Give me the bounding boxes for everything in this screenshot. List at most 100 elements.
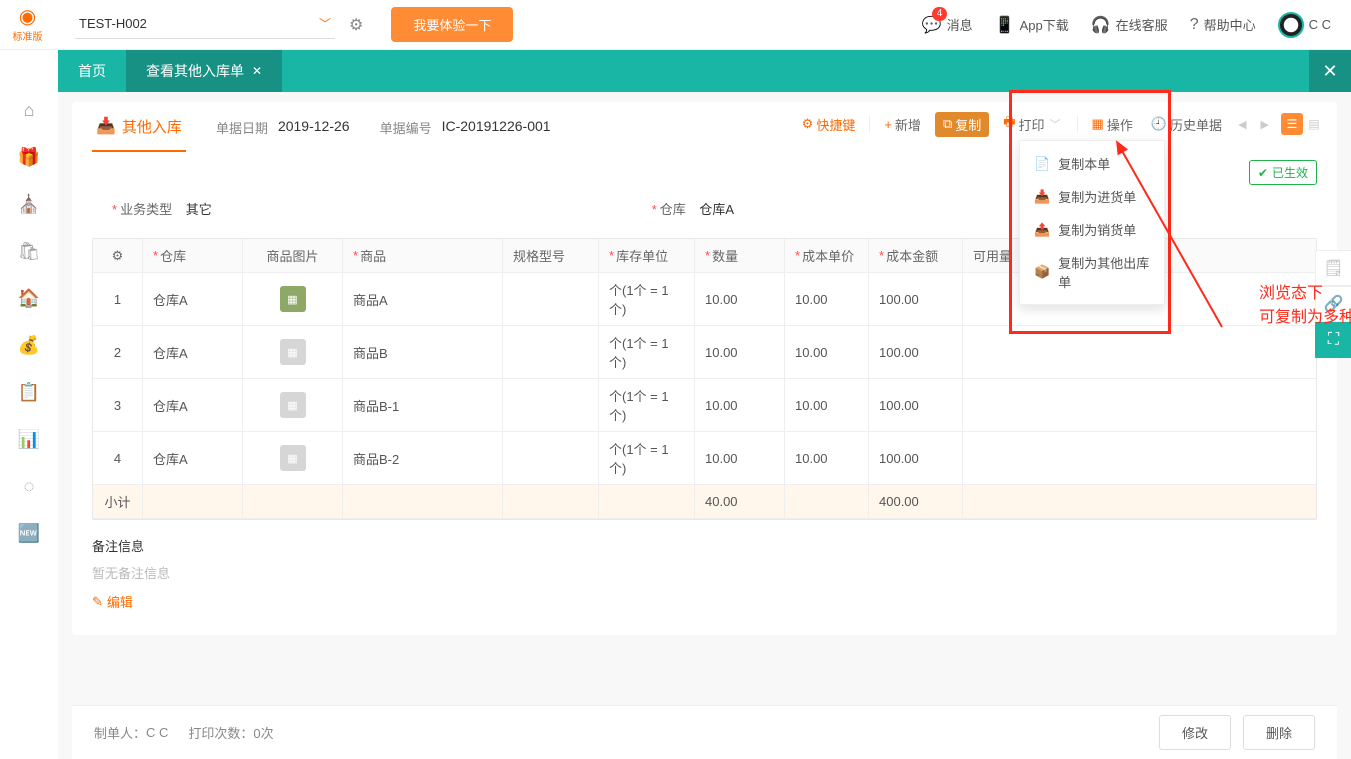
row-amount: 100.00 bbox=[869, 432, 963, 484]
row-spec bbox=[503, 273, 599, 325]
row-unit: 个(1个 = 1个) bbox=[599, 273, 695, 325]
row-amount: 100.00 bbox=[869, 326, 963, 378]
nav-app-download[interactable]: 📱 App下载 bbox=[995, 15, 1069, 35]
ops-button[interactable]: ▦操作 bbox=[1088, 112, 1137, 137]
rail-store-icon[interactable]: ⛪ bbox=[18, 194, 40, 215]
print-button[interactable]: 🖶打印﹀ bbox=[999, 110, 1066, 138]
gear-icon[interactable]: ⚙ bbox=[349, 15, 363, 35]
copy-button[interactable]: ⧉复制 bbox=[935, 112, 989, 137]
rail-warehouse-icon[interactable]: 🏠 bbox=[18, 288, 40, 309]
view-grid-icon[interactable]: ▤ bbox=[1303, 113, 1325, 135]
outbound-icon: 📦 bbox=[1034, 264, 1050, 280]
try-button[interactable]: 我要体验一下 bbox=[391, 7, 513, 42]
remark-empty: 暂无备注信息 bbox=[92, 563, 1317, 582]
main: 📥 其他入库 单据日期 2019-12-26 单据编号 IC-20191226-… bbox=[58, 92, 1351, 759]
bill-date-label: 单据日期 bbox=[216, 118, 268, 137]
table-row[interactable]: 3仓库A▦商品B-1个(1个 = 1个)10.0010.00100.00 bbox=[93, 379, 1316, 432]
copy-menu: 📄复制本单 📥复制为进货单 📤复制为销货单 📦复制为其他出库单 bbox=[1019, 140, 1165, 305]
copy-menu-sales[interactable]: 📤复制为销货单 bbox=[1020, 213, 1164, 246]
close-icon[interactable]: ✕ bbox=[252, 64, 262, 78]
footer-maker-value: C C bbox=[146, 725, 168, 740]
view-list-icon[interactable]: ☰ bbox=[1281, 113, 1303, 135]
modify-button[interactable]: 修改 bbox=[1159, 715, 1231, 750]
shortcut-button[interactable]: ⚙快捷键 bbox=[798, 112, 860, 137]
message-badge: 4 bbox=[932, 7, 948, 21]
remark-edit-button[interactable]: ✎编辑 bbox=[92, 592, 1317, 611]
rail-loading-icon[interactable]: ◌ bbox=[24, 476, 35, 497]
row-index: 4 bbox=[93, 432, 143, 484]
row-unit: 个(1个 = 1个) bbox=[599, 326, 695, 378]
rail-money-icon[interactable]: 💰 bbox=[18, 335, 40, 356]
tabs-row: 首页 查看其他入库单 ✕ ✕ bbox=[58, 50, 1351, 92]
footer: 制单人： C C 打印次数： 0次 修改 删除 bbox=[72, 705, 1337, 759]
nav-messages[interactable]: 💬 消息 4 bbox=[922, 15, 973, 35]
rail-new-icon[interactable]: 🆕 bbox=[18, 523, 40, 544]
row-price: 10.00 bbox=[785, 379, 869, 431]
add-button[interactable]: +新增 bbox=[880, 112, 925, 137]
rail-clipboard-icon[interactable]: 📋 bbox=[18, 382, 40, 403]
org-select[interactable]: TEST-H002 ﹀ bbox=[75, 11, 335, 39]
card: 📥 其他入库 单据日期 2019-12-26 单据编号 IC-20191226-… bbox=[72, 102, 1337, 635]
product-thumb-icon: ▦ bbox=[280, 392, 306, 418]
row-index: 2 bbox=[93, 326, 143, 378]
copy-menu-inbound[interactable]: 📥复制为进货单 bbox=[1020, 180, 1164, 213]
delete-button[interactable]: 删除 bbox=[1243, 715, 1315, 750]
tab-current[interactable]: 查看其他入库单 ✕ bbox=[126, 50, 282, 92]
check-icon: ✔ bbox=[1258, 166, 1268, 180]
bill-no-label: 单据编号 bbox=[380, 118, 432, 137]
row-unit: 个(1个 = 1个) bbox=[599, 379, 695, 431]
row-image: ▦ bbox=[243, 379, 343, 431]
row-price: 10.00 bbox=[785, 326, 869, 378]
col-gear[interactable]: ⚙ bbox=[93, 239, 143, 272]
prev-arrow[interactable]: ◀ bbox=[1236, 118, 1248, 131]
table-row[interactable]: 2仓库A▦商品B个(1个 = 1个)10.0010.00100.00 bbox=[93, 326, 1316, 379]
row-price: 10.00 bbox=[785, 432, 869, 484]
inbound-icon: 📥 bbox=[1034, 189, 1050, 205]
rail-bag-icon[interactable]: 🛍 bbox=[18, 241, 41, 262]
footer-print-label: 打印次数： bbox=[188, 723, 253, 742]
rail-report-icon[interactable]: 📊 bbox=[18, 429, 40, 450]
footer-print-value: 0次 bbox=[253, 723, 273, 742]
product-thumb-icon: ▦ bbox=[280, 445, 306, 471]
nav-help-label: 帮助中心 bbox=[1204, 15, 1256, 34]
sales-icon: 📤 bbox=[1034, 222, 1050, 238]
table-row[interactable]: 4仓库A▦商品B-2个(1个 = 1个)10.0010.00100.00 bbox=[93, 432, 1316, 485]
row-amount: 100.00 bbox=[869, 273, 963, 325]
headset-icon: 🎧 bbox=[1091, 15, 1111, 35]
print-icon: 🖶 bbox=[1003, 113, 1015, 135]
left-rail: ⌂ 🎁 ⛪ 🛍 🏠 💰 📋 📊 ◌ 🆕 bbox=[0, 50, 58, 759]
rail-note-icon[interactable]: 🗒 bbox=[1315, 250, 1351, 286]
col-spec: 规格型号 bbox=[503, 239, 599, 272]
col-price: *成本单价 bbox=[785, 239, 869, 272]
col-product: *商品 bbox=[343, 239, 503, 272]
row-qty: 10.00 bbox=[695, 273, 785, 325]
copy-menu-this[interactable]: 📄复制本单 bbox=[1020, 147, 1164, 180]
row-image: ▦ bbox=[243, 273, 343, 325]
row-spec bbox=[503, 379, 599, 431]
info-biz-type: *业务类型 其它 bbox=[112, 199, 212, 218]
row-spec bbox=[503, 432, 599, 484]
card-meta: 单据日期 2019-12-26 单据编号 IC-20191226-001 bbox=[216, 118, 551, 137]
history-button[interactable]: 🕘历史单据 bbox=[1147, 112, 1226, 137]
tab-current-label: 查看其他入库单 bbox=[146, 61, 244, 81]
toolbar: ⚙快捷键 +新增 ⧉复制 🖶打印﹀ ▦操作 🕘历史单据 ◀ ▶ ☰ ▤ bbox=[798, 110, 1325, 138]
tab-home[interactable]: 首页 bbox=[58, 50, 126, 92]
gear-icon: ⚙ bbox=[802, 116, 814, 132]
row-amount: 100.00 bbox=[869, 379, 963, 431]
nav-user[interactable]: C C bbox=[1278, 12, 1331, 38]
copy-menu-outbound[interactable]: 📦复制为其他出库单 bbox=[1020, 246, 1164, 298]
annotation-text: 浏览态下 可复制为多种单据 bbox=[1259, 282, 1351, 330]
rail-gift-icon[interactable]: 🎁 bbox=[18, 147, 40, 168]
logo-edition: 标准版 bbox=[13, 28, 43, 43]
next-arrow[interactable]: ▶ bbox=[1259, 118, 1271, 131]
product-thumb-icon: ▦ bbox=[280, 286, 306, 312]
row-qty: 10.00 bbox=[695, 326, 785, 378]
subtotal-label: 小计 bbox=[93, 485, 143, 518]
nav-customer-service[interactable]: 🎧 在线客服 bbox=[1091, 15, 1168, 35]
tabs-close-all[interactable]: ✕ bbox=[1309, 50, 1351, 92]
rail-home-icon[interactable]: ⌂ bbox=[24, 100, 35, 121]
nav-help[interactable]: ? 帮助中心 bbox=[1190, 15, 1256, 34]
org-name: TEST-H002 bbox=[79, 16, 147, 31]
row-index: 1 bbox=[93, 273, 143, 325]
bill-date-value: 2019-12-26 bbox=[278, 118, 350, 137]
